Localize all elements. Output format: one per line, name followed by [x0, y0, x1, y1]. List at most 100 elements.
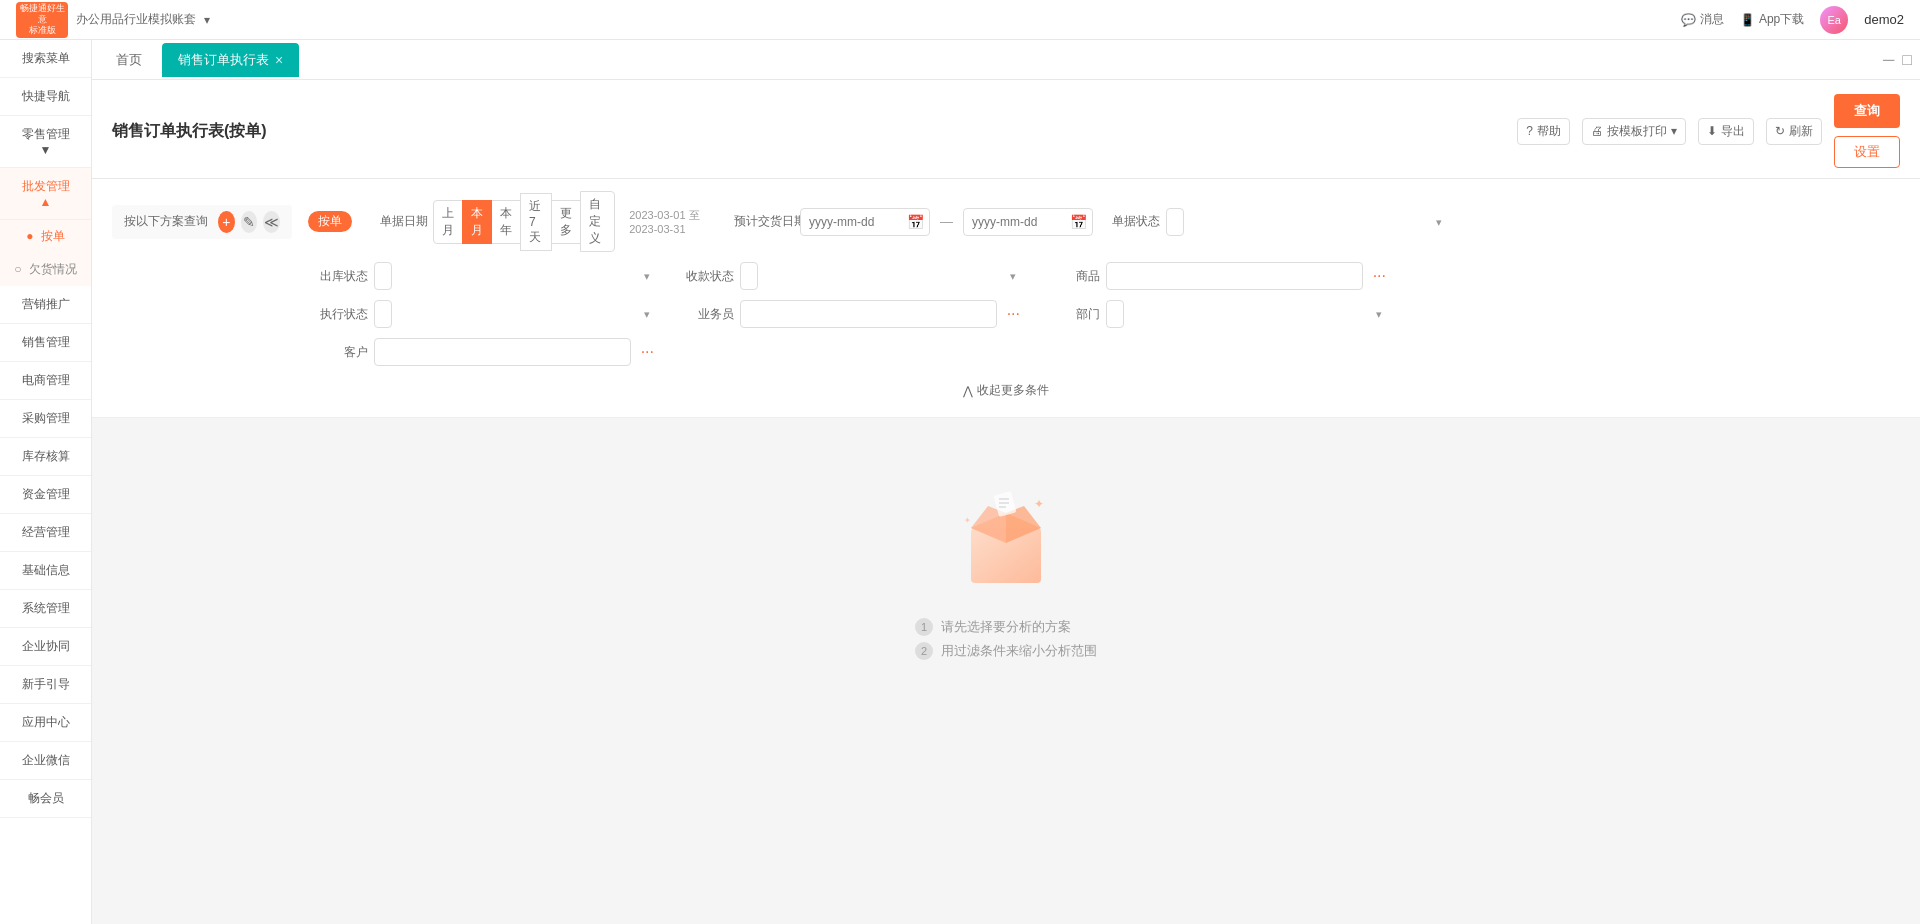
- help-icon: ?: [1526, 124, 1533, 138]
- tip-text-2: 用过滤条件来缩小分析范围: [941, 642, 1097, 660]
- collapse-section: ⋀ 收起更多条件: [112, 376, 1900, 405]
- help-button[interactable]: ? 帮助: [1517, 118, 1570, 145]
- svg-text:✦: ✦: [964, 516, 971, 525]
- newbie-label: 新手引导: [4, 676, 87, 693]
- app-title-dropdown[interactable]: ▾: [204, 13, 210, 27]
- avatar[interactable]: Ea: [1820, 6, 1848, 34]
- collapse-more-button[interactable]: ⋀ 收起更多条件: [963, 382, 1049, 399]
- date-tab-custom[interactable]: 自定义: [580, 191, 615, 252]
- product-more-button[interactable]: ···: [1369, 267, 1390, 285]
- date-tab-more[interactable]: 更多: [551, 200, 581, 244]
- tab-sales-order[interactable]: 销售订单执行表 ×: [162, 43, 299, 77]
- date-tab-thismonth[interactable]: 本月: [462, 200, 492, 244]
- chevron-down-icon: ▾: [1671, 124, 1677, 138]
- sidebar-sub-item-shortage[interactable]: ○ 欠货情况: [0, 253, 91, 286]
- sidebar-item-enterprise-wechat[interactable]: 企业微信: [0, 742, 91, 780]
- sidebar-item-retail[interactable]: 零售管理 ▼: [0, 116, 91, 168]
- date-tab-7days[interactable]: 近7天: [520, 193, 552, 251]
- minimize-icon[interactable]: ─: [1883, 51, 1894, 69]
- payment-status-label: 收款状态: [674, 268, 734, 285]
- tip-text-1: 请先选择要分析的方案: [941, 618, 1071, 636]
- sidebar-item-member[interactable]: 畅会员: [0, 780, 91, 818]
- department-select-wrapper: [1106, 300, 1390, 328]
- top-bar-left: 畅捷通好生意 标准版 办公用品行业模拟账套 ▾: [16, 2, 210, 38]
- calendar-icon-2: 📅: [1070, 214, 1087, 230]
- date-tab-thisyear[interactable]: 本年: [491, 200, 521, 244]
- logo-subtext: 标准版: [29, 25, 56, 36]
- message-icon: 💬: [1681, 13, 1696, 27]
- tab-close-icon[interactable]: ×: [275, 53, 283, 67]
- tip-num-2: 2: [915, 642, 933, 660]
- maximize-icon[interactable]: □: [1902, 51, 1912, 69]
- sidebar: 搜索菜单 快捷导航 零售管理 ▼ 批发管理 ▲ ● 按单 ○ 欠货情况 营销推广…: [0, 40, 92, 924]
- tab-home[interactable]: 首页: [100, 43, 158, 77]
- member-label: 畅会员: [4, 790, 87, 807]
- department-select[interactable]: [1106, 300, 1124, 328]
- payment-status-field: 收款状态: [674, 262, 1024, 290]
- sidebar-sub-item-by-order[interactable]: ● 按单: [0, 220, 91, 253]
- sidebar-item-collaboration[interactable]: 企业协同: [0, 628, 91, 666]
- page-header: 销售订单执行表(按单) ? 帮助 🖨 按模板打印 ▾ ⬇ 导出: [92, 80, 1920, 179]
- sidebar-item-app-center[interactable]: 应用中心: [0, 704, 91, 742]
- empty-tips: 1 请先选择要分析的方案 2 用过滤条件来缩小分析范围: [915, 618, 1097, 666]
- add-scheme-button[interactable]: +: [218, 211, 235, 233]
- page-content: 销售订单执行表(按单) ? 帮助 🖨 按模板打印 ▾ ⬇ 导出: [92, 80, 1920, 924]
- status-select[interactable]: [1166, 208, 1184, 236]
- sidebar-item-system[interactable]: 系统管理: [0, 590, 91, 628]
- collapse-more-label: 收起更多条件: [977, 382, 1049, 399]
- purchase-label: 采购管理: [4, 410, 87, 427]
- exec-select[interactable]: [374, 300, 392, 328]
- sidebar-item-wholesale[interactable]: 批发管理 ▲: [0, 168, 91, 220]
- download-icon: 📱: [1740, 13, 1755, 27]
- logo-text: 畅捷通好生意: [16, 3, 68, 25]
- setting-button[interactable]: 设置: [1834, 136, 1900, 168]
- finance-label: 资金管理: [4, 486, 87, 503]
- sidebar-item-marketing[interactable]: 营销推广: [0, 286, 91, 324]
- salesperson-field: 业务员 ···: [674, 300, 1024, 328]
- sidebar-item-sales[interactable]: 销售管理: [0, 324, 91, 362]
- salesperson-input[interactable]: [740, 300, 997, 328]
- search-menu-label: 搜索菜单: [4, 50, 87, 67]
- sidebar-item-quicknav[interactable]: 快捷导航: [0, 78, 91, 116]
- app-download-button[interactable]: 📱 App下载: [1740, 11, 1804, 28]
- filter-area: 按以下方案查询 + ✎ ≪ 按单 单据日期 上月 本月 本年 近7天 更: [92, 179, 1920, 418]
- wholesale-label: 批发管理: [4, 178, 87, 195]
- date-to-wrapper: 📅: [963, 208, 1093, 236]
- query-button[interactable]: 查询: [1834, 94, 1900, 128]
- filter-row-1: 按以下方案查询 + ✎ ≪ 按单 单据日期 上月 本月 本年 近7天 更: [112, 191, 1900, 252]
- customer-input[interactable]: [374, 338, 631, 366]
- svg-text:✦: ✦: [1034, 497, 1044, 511]
- sidebar-item-purchase[interactable]: 采购管理: [0, 400, 91, 438]
- customer-more-button[interactable]: ···: [637, 343, 658, 361]
- tab-bar: 首页 销售订单执行表 × ─ □: [92, 40, 1920, 80]
- print-button[interactable]: 🖨 按模板打印 ▾: [1582, 118, 1686, 145]
- edit-scheme-button[interactable]: ✎: [241, 211, 258, 233]
- sidebar-item-basic-info[interactable]: 基础信息: [0, 552, 91, 590]
- active-scheme[interactable]: 按单: [308, 211, 352, 232]
- salesperson-more-button[interactable]: ···: [1003, 305, 1024, 323]
- shipping-select[interactable]: [374, 262, 392, 290]
- date-range-wrapper: 📅 — 📅: [800, 208, 1093, 236]
- status-field: 单据状态: [1100, 208, 1450, 236]
- payment-select[interactable]: [740, 262, 758, 290]
- product-input[interactable]: [1106, 262, 1363, 290]
- exec-select-wrapper: [374, 300, 658, 328]
- refresh-button[interactable]: ↻ 刷新: [1766, 118, 1822, 145]
- shipping-status-field: 出库状态: [308, 262, 658, 290]
- export-button[interactable]: ⬇ 导出: [1698, 118, 1754, 145]
- sidebar-item-ecommerce[interactable]: 电商管理: [0, 362, 91, 400]
- sidebar-item-search[interactable]: 搜索菜单: [0, 40, 91, 78]
- date-tab-lastmonth[interactable]: 上月: [433, 200, 463, 244]
- retail-label: 零售管理: [4, 126, 87, 143]
- department-label: 部门: [1040, 306, 1100, 323]
- sidebar-item-inventory[interactable]: 库存核算: [0, 438, 91, 476]
- message-button[interactable]: 💬 消息: [1681, 11, 1724, 28]
- sidebar-item-finance[interactable]: 资金管理: [0, 476, 91, 514]
- empty-illustration: ✦ ✦: [946, 478, 1066, 598]
- collapse-scheme-button[interactable]: ≪: [263, 211, 280, 233]
- customer-label: 客户: [308, 344, 368, 361]
- customer-field: 客户 ···: [308, 338, 658, 366]
- tip-item-1: 1 请先选择要分析的方案: [915, 618, 1097, 636]
- sidebar-item-operations[interactable]: 经营管理: [0, 514, 91, 552]
- sidebar-item-newbie[interactable]: 新手引导: [0, 666, 91, 704]
